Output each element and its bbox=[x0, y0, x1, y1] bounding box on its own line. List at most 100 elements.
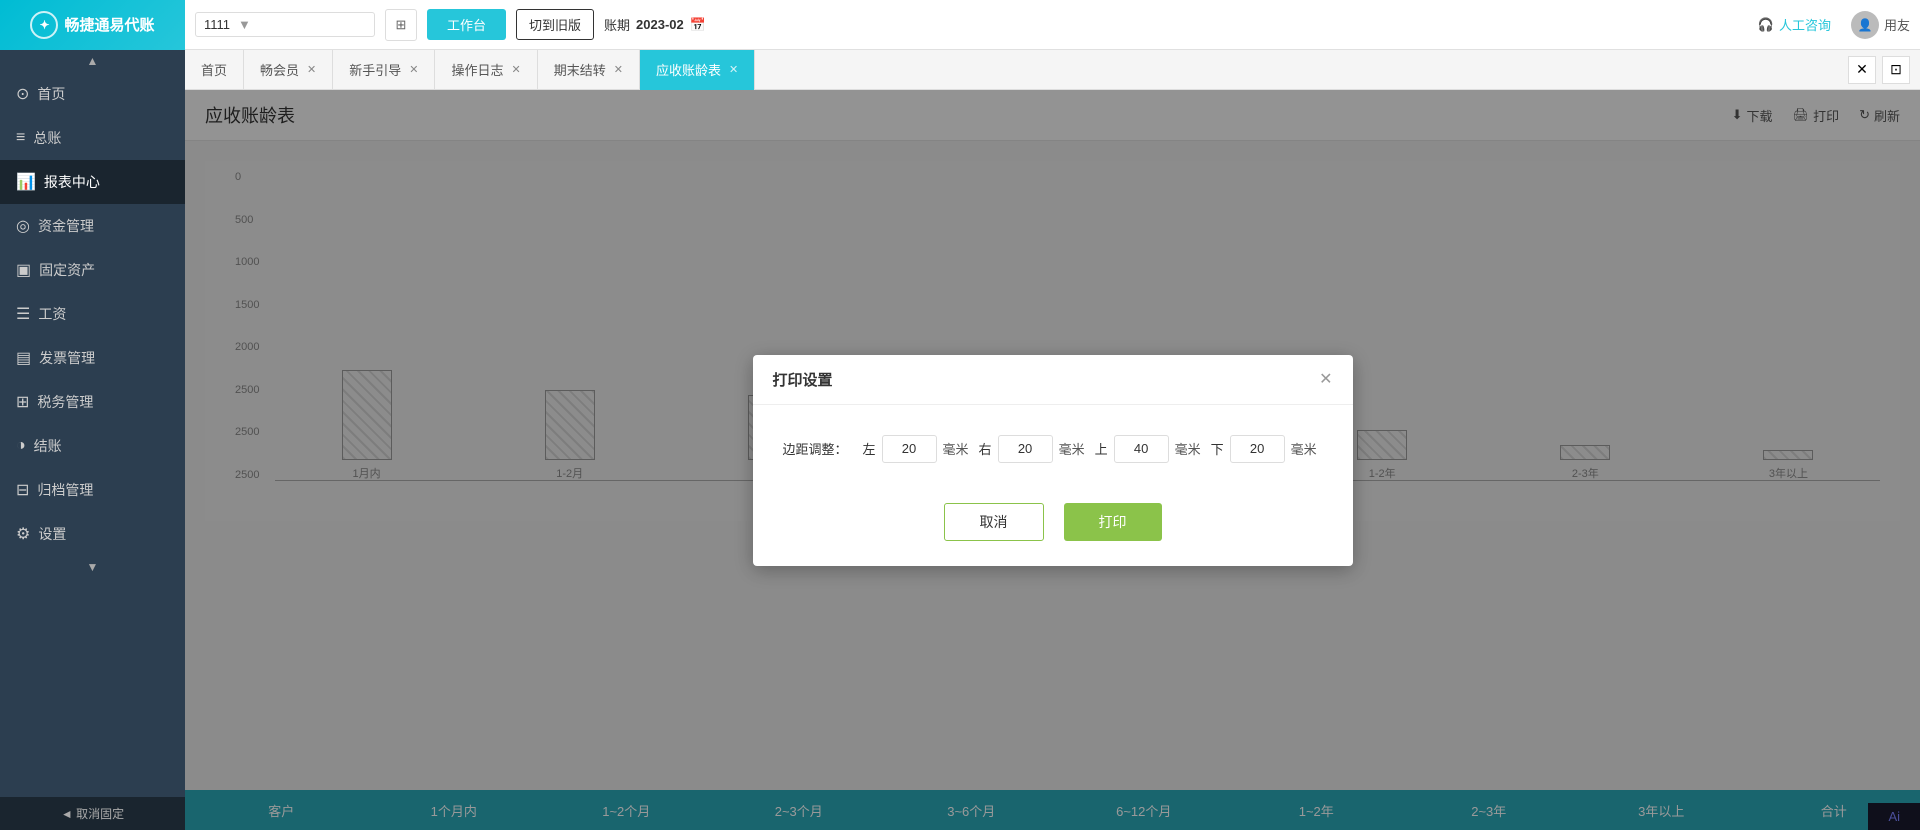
sidebar-item-label: 发票管理 bbox=[39, 348, 95, 368]
cancel-button[interactable]: 取消 bbox=[944, 503, 1044, 541]
sidebar-scroll-up[interactable]: ▲ bbox=[0, 50, 185, 72]
payroll-icon: ☰ bbox=[16, 304, 30, 324]
tab-home-label: 首页 bbox=[201, 60, 227, 79]
sidebar-item-fund-management[interactable]: ◎ 资金管理 bbox=[0, 204, 185, 248]
workbench-button[interactable]: 工作台 bbox=[427, 9, 506, 40]
sidebar-item-settlement[interactable]: ◑ 结账 bbox=[0, 424, 185, 468]
company-name: 1111 bbox=[204, 17, 230, 32]
modal-close-button[interactable]: ✕ bbox=[1319, 369, 1332, 389]
home-icon: ⊙ bbox=[16, 84, 29, 104]
left-prefix: 左 bbox=[863, 439, 876, 458]
tab-vip-label: 畅会员 bbox=[260, 60, 299, 79]
tab-period-label: 期末结转 bbox=[554, 60, 606, 79]
right-margin-group: 右 毫米 bbox=[979, 435, 1085, 463]
sidebar-item-label: 归档管理 bbox=[37, 480, 93, 500]
left-margin-group: 左 毫米 bbox=[863, 435, 969, 463]
content-area: 首页 畅会员 ✕ 新手引导 ✕ 操作日志 ✕ 期末结转 ✕ 应收账龄表 ✕ bbox=[185, 50, 1920, 830]
sidebar-item-fixed-assets[interactable]: ▣ 固定资产 bbox=[0, 248, 185, 292]
right-margin-input[interactable] bbox=[998, 435, 1053, 463]
chart-icon: 📊 bbox=[16, 172, 36, 192]
sidebar-item-label: 资金管理 bbox=[38, 216, 94, 236]
sidebar: ▲ ⊙ 首页 ≡ 总账 📊 报表中心 ◎ 资金管理 ▣ 固定资产 ☰ 工资 ▤ … bbox=[0, 50, 185, 830]
sidebar-item-archive-management[interactable]: ⊟ 归档管理 bbox=[0, 468, 185, 512]
tax-icon: ⊞ bbox=[16, 392, 29, 412]
sidebar-item-label: 工资 bbox=[38, 304, 66, 324]
bottom-unit: 毫米 bbox=[1291, 439, 1317, 458]
left-unit: 毫米 bbox=[943, 439, 969, 458]
sidebar-item-general-ledger[interactable]: ≡ 总账 bbox=[0, 116, 185, 160]
switch-version-button[interactable]: 切到旧版 bbox=[516, 9, 594, 40]
period-label: 账期 bbox=[604, 15, 630, 34]
user-name: 用友 bbox=[1884, 15, 1910, 34]
sidebar-item-report-center[interactable]: 📊 报表中心 bbox=[0, 160, 185, 204]
consult-button[interactable]: 🎧 人工咨询 bbox=[1758, 15, 1831, 34]
top-prefix: 上 bbox=[1095, 439, 1108, 458]
bottom-margin-input[interactable] bbox=[1230, 435, 1285, 463]
sidebar-item-label: 固定资产 bbox=[39, 260, 95, 280]
left-margin-input[interactable] bbox=[882, 435, 937, 463]
tab-period-close[interactable]: 期末结转 ✕ bbox=[538, 50, 640, 90]
sidebar-item-label: 税务管理 bbox=[37, 392, 93, 412]
top-margin-group: 上 毫米 bbox=[1095, 435, 1201, 463]
sidebar-item-label: 首页 bbox=[37, 84, 65, 104]
company-selector[interactable]: 1111 ▼ bbox=[195, 12, 375, 37]
bottom-prefix: 下 bbox=[1211, 439, 1224, 458]
tab-close-all-button[interactable]: ✕ bbox=[1848, 56, 1876, 84]
tab-ar-aging[interactable]: 应收账龄表 ✕ bbox=[640, 50, 755, 90]
modal-body: 边距调整： 左 毫米 右 毫米 bbox=[753, 405, 1353, 503]
print-confirm-button[interactable]: 打印 bbox=[1064, 503, 1162, 541]
modal-overlay: 打印设置 ✕ 边距调整： 左 毫米 右 bbox=[185, 90, 1920, 830]
sidebar-item-tax-management[interactable]: ⊞ 税务管理 bbox=[0, 380, 185, 424]
avatar: 👤 bbox=[1851, 11, 1879, 39]
modal-title: 打印设置 bbox=[773, 369, 833, 390]
tab-expand-button[interactable]: ⊡ bbox=[1882, 56, 1910, 84]
sidebar-scroll-down[interactable]: ▼ bbox=[0, 556, 185, 578]
tab-log[interactable]: 操作日志 ✕ bbox=[435, 50, 537, 90]
logo-text: 畅捷通易代账 bbox=[64, 14, 154, 35]
tab-ar-aging-close[interactable]: ✕ bbox=[729, 63, 738, 76]
tab-vip[interactable]: 畅会员 ✕ bbox=[244, 50, 333, 90]
print-settings-dialog: 打印设置 ✕ 边距调整： 左 毫米 右 bbox=[753, 355, 1353, 566]
sidebar-cancel-button[interactable]: ◄ 取消固定 bbox=[0, 797, 185, 830]
tabs-actions: ✕ ⊡ bbox=[1838, 56, 1920, 84]
calendar-icon[interactable]: 📅 bbox=[690, 17, 706, 33]
tab-period-close-btn[interactable]: ✕ bbox=[614, 63, 623, 76]
headphone-icon: 🎧 bbox=[1758, 17, 1774, 33]
archive-icon: ⊟ bbox=[16, 480, 29, 500]
user-area[interactable]: 👤 用友 bbox=[1851, 11, 1910, 39]
tab-vip-close[interactable]: ✕ bbox=[307, 63, 316, 76]
page-content: 应收账龄表 ⬇ 下载 🖨 打印 ↻ 刷新 bbox=[185, 90, 1920, 830]
modal-footer: 取消 打印 bbox=[753, 503, 1353, 566]
sidebar-item-home[interactable]: ⊙ 首页 bbox=[0, 72, 185, 116]
tab-log-close[interactable]: ✕ bbox=[512, 63, 521, 76]
right-prefix: 右 bbox=[979, 439, 992, 458]
top-unit: 毫米 bbox=[1175, 439, 1201, 458]
period-area: 账期 2023-02 📅 bbox=[604, 15, 706, 34]
tabs-bar: 首页 畅会员 ✕ 新手引导 ✕ 操作日志 ✕ 期末结转 ✕ 应收账龄表 ✕ bbox=[185, 50, 1920, 90]
settlement-icon: ◑ bbox=[16, 437, 26, 455]
main-layout: ▲ ⊙ 首页 ≡ 总账 📊 报表中心 ◎ 资金管理 ▣ 固定资产 ☰ 工资 ▤ … bbox=[0, 50, 1920, 830]
consult-label: 人工咨询 bbox=[1779, 15, 1831, 34]
period-value: 2023-02 bbox=[636, 17, 684, 32]
sidebar-item-invoice-management[interactable]: ▤ 发票管理 bbox=[0, 336, 185, 380]
tab-guide[interactable]: 新手引导 ✕ bbox=[333, 50, 435, 90]
assets-icon: ▣ bbox=[16, 260, 31, 280]
right-unit: 毫米 bbox=[1059, 439, 1085, 458]
tab-guide-close[interactable]: ✕ bbox=[409, 63, 418, 76]
tab-home[interactable]: 首页 bbox=[185, 50, 244, 90]
sidebar-item-settings[interactable]: ⚙ 设置 bbox=[0, 512, 185, 556]
tab-log-label: 操作日志 bbox=[451, 60, 503, 79]
company-dropdown-arrow: ▼ bbox=[238, 17, 251, 32]
top-margin-input[interactable] bbox=[1114, 435, 1169, 463]
sidebar-item-payroll[interactable]: ☰ 工资 bbox=[0, 292, 185, 336]
sidebar-item-label: 总账 bbox=[33, 128, 61, 148]
copy-button[interactable]: ⊞ bbox=[385, 9, 417, 41]
sidebar-item-label: 设置 bbox=[38, 524, 66, 544]
tab-guide-label: 新手引导 bbox=[349, 60, 401, 79]
ledger-icon: ≡ bbox=[16, 129, 25, 147]
top-header: ✦ 畅捷通易代账 1111 ▼ ⊞ 工作台 切到旧版 账期 2023-02 📅 … bbox=[0, 0, 1920, 50]
logo-area: ✦ 畅捷通易代账 bbox=[0, 0, 185, 50]
header-right: 🎧 人工咨询 👤 用友 bbox=[1758, 11, 1910, 39]
sidebar-item-label: 报表中心 bbox=[44, 172, 100, 192]
settings-icon: ⚙ bbox=[16, 524, 30, 544]
